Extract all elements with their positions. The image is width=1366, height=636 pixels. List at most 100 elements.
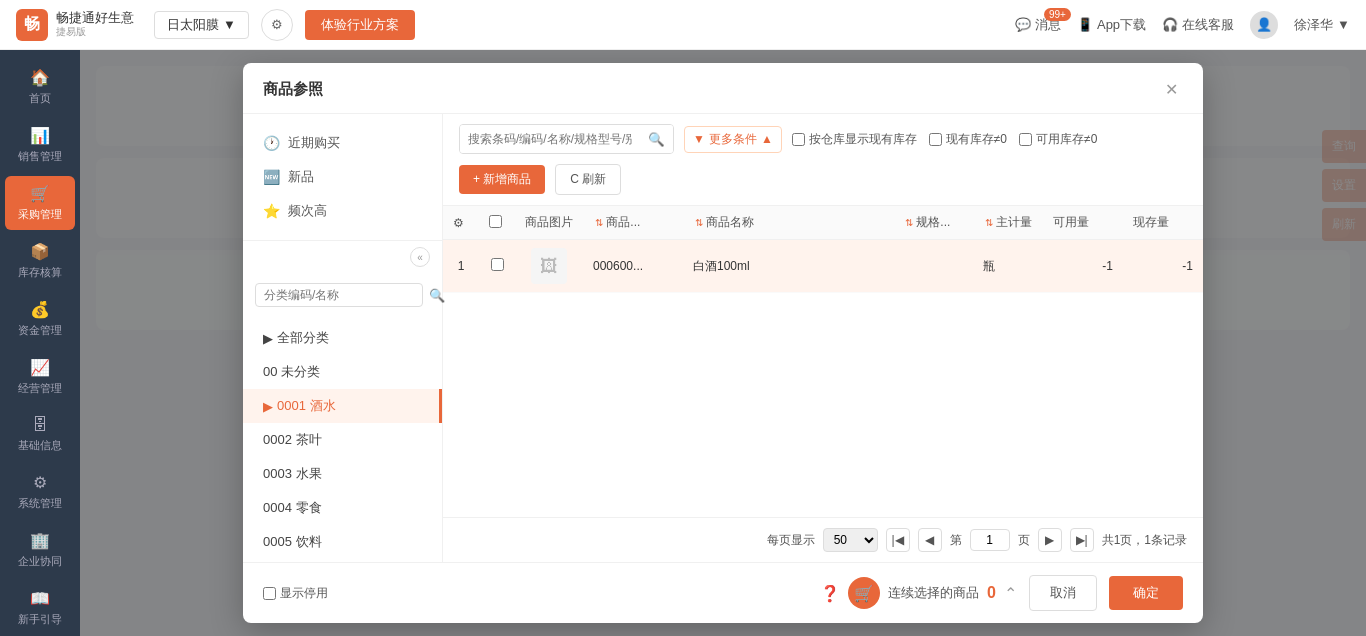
category-c0003[interactable]: 0003 水果 — [243, 457, 442, 491]
category-all[interactable]: ▶ 全部分类 — [243, 321, 442, 355]
refresh-button[interactable]: C 刷新 — [555, 164, 621, 195]
app-download-button[interactable]: 📱 App下载 — [1077, 16, 1146, 34]
filter-checkboxes: 按仓库显示现有库存 现有库存≠0 可用库存≠0 — [792, 131, 1098, 148]
settings-button[interactable]: ⚙ — [261, 9, 293, 41]
sidebar-label-inventory: 库存核算 — [18, 265, 62, 280]
collapse-button[interactable]: « — [410, 247, 430, 267]
cell-available: -1 — [1043, 240, 1123, 293]
home-icon: 🏠 — [30, 68, 50, 87]
checkbox-avail-nonzero-input[interactable] — [1019, 133, 1032, 146]
sidebar-item-sales[interactable]: 📊 销售管理 — [5, 118, 75, 172]
cell-check[interactable] — [479, 240, 515, 293]
category-c0005[interactable]: 0005 饮料 — [243, 525, 442, 559]
filter-up-icon: ▲ — [761, 132, 773, 146]
cancel-button[interactable]: 取消 — [1029, 575, 1097, 611]
star-icon: ⭐ — [263, 203, 280, 219]
sort-icon-unit[interactable]: ⇅ — [985, 217, 993, 228]
modal-close-button[interactable]: ✕ — [1159, 77, 1183, 101]
message-badge: 99+ — [1044, 8, 1071, 21]
online-service-button[interactable]: 🎧 在线客服 — [1162, 16, 1234, 34]
store-selector[interactable]: 日太阳膜 ▼ — [154, 11, 249, 39]
row-checkbox[interactable] — [491, 258, 504, 271]
nav-new-product[interactable]: 🆕 新品 — [243, 160, 442, 194]
sidebar-item-system[interactable]: ⚙ 系统管理 — [5, 465, 75, 519]
cell-name: 白酒100ml — [683, 240, 893, 293]
sidebar-item-enterprise[interactable]: 🏢 企业协同 — [5, 523, 75, 577]
category-c0004-label: 0004 零食 — [263, 499, 322, 517]
ops-icon: 📈 — [30, 358, 50, 377]
show-disabled-checkbox-wrap[interactable]: 显示停用 — [263, 585, 328, 602]
nav-frequent[interactable]: ⭐ 频次高 — [243, 194, 442, 228]
cell-img: 🖼 — [515, 240, 583, 293]
top-nav: 畅 畅捷通好生意 捷易版 日太阳膜 ▼ ⚙ 体验行业方案 💬 消息 99+ 📱 … — [0, 0, 1366, 50]
product-search-wrap: 🔍 — [459, 124, 674, 154]
checkbox-stock-nonzero-input[interactable] — [929, 133, 942, 146]
new-icon: 🆕 — [263, 169, 280, 185]
select-all-checkbox[interactable] — [489, 215, 502, 228]
sidebar-label-purchase: 采购管理 — [18, 207, 62, 222]
category-c0004[interactable]: 0004 零食 — [243, 491, 442, 525]
sort-icon-code[interactable]: ⇅ — [595, 217, 603, 228]
product-search-button[interactable]: 🔍 — [640, 125, 673, 153]
sidebar-item-base[interactable]: 🗄 基础信息 — [5, 408, 75, 461]
user-name[interactable]: 徐泽华 ▼ — [1294, 16, 1350, 34]
category-c00[interactable]: 00 未分类 — [243, 355, 442, 389]
checkbox-stock-nonzero[interactable]: 现有库存≠0 — [929, 131, 1007, 148]
category-c0001[interactable]: ▶ 0001 酒水 — [243, 389, 442, 423]
gear-icon: ⚙ — [271, 17, 283, 32]
sidebar-label-ops: 经营管理 — [18, 381, 62, 396]
sales-icon: 📊 — [30, 126, 50, 145]
sort-icon-name[interactable]: ⇅ — [695, 217, 703, 228]
th-settings[interactable]: ⚙ — [443, 206, 479, 240]
purchase-icon: 🛒 — [30, 184, 50, 203]
cart-icon[interactable]: 🛒 — [848, 577, 880, 609]
category-list: ▶ 全部分类 00 未分类 ▶ 0001 酒水 0002 茶 — [243, 317, 442, 562]
modal-right-panel: 🔍 ▼ 更多条件 ▲ 按仓库显示现有库存 — [443, 114, 1203, 562]
sidebar-item-finance[interactable]: 💰 资金管理 — [5, 292, 75, 346]
category-search-input[interactable] — [255, 283, 423, 307]
checkbox-warehouse-input[interactable] — [792, 133, 805, 146]
filter-more-button[interactable]: ▼ 更多条件 ▲ — [684, 126, 782, 153]
sort-icon-spec[interactable]: ⇅ — [905, 217, 913, 228]
page-unit: 页 — [1018, 532, 1030, 549]
sidebar-item-guide[interactable]: 📖 新手引导 — [5, 581, 75, 635]
last-page-button[interactable]: ▶| — [1070, 528, 1094, 552]
th-unit: ⇅ 主计量 — [973, 206, 1043, 240]
nav-right: 💬 消息 99+ 📱 App下载 🎧 在线客服 👤 徐泽华 ▼ — [1015, 11, 1350, 39]
product-search-input[interactable] — [460, 125, 640, 153]
category-c0002[interactable]: 0002 茶叶 — [243, 423, 442, 457]
checkbox-warehouse[interactable]: 按仓库显示现有库存 — [792, 131, 917, 148]
filter-icon: ▼ — [693, 132, 705, 146]
inventory-icon: 📦 — [30, 242, 50, 261]
prev-page-button[interactable]: ◀ — [918, 528, 942, 552]
category-search-area: 🔍 — [243, 273, 442, 317]
page-input[interactable] — [970, 529, 1010, 551]
category-c0003-label: 0003 水果 — [263, 465, 322, 483]
sidebar-item-home[interactable]: 🏠 首页 — [5, 60, 75, 114]
category-c0008[interactable]: 0008 水 — [243, 559, 442, 562]
checkbox-avail-nonzero[interactable]: 可用库存≠0 — [1019, 131, 1097, 148]
sidebar-item-purchase[interactable]: 🛒 采购管理 — [5, 176, 75, 230]
th-check[interactable] — [479, 206, 515, 240]
cell-stock: -1 — [1123, 240, 1203, 293]
nav-recent-purchase[interactable]: 🕐 近期购买 — [243, 126, 442, 160]
sidebar-item-ops[interactable]: 📈 经营管理 — [5, 350, 75, 404]
message-button[interactable]: 💬 消息 99+ — [1015, 16, 1061, 34]
next-page-button[interactable]: ▶ — [1038, 528, 1062, 552]
cart-collapse-button[interactable]: ⌃ — [1004, 584, 1017, 603]
sidebar-item-inventory[interactable]: 📦 库存核算 — [5, 234, 75, 288]
main-layout: 🏠 首页 📊 销售管理 🛒 采购管理 📦 库存核算 💰 资金管理 📈 经营管理 … — [0, 50, 1366, 636]
help-icon[interactable]: ❓ — [820, 584, 840, 603]
show-disabled-checkbox[interactable] — [263, 587, 276, 600]
exp-btn[interactable]: 体验行业方案 — [305, 10, 415, 40]
category-all-label: 全部分类 — [277, 329, 329, 347]
table-settings-icon[interactable]: ⚙ — [453, 216, 464, 230]
user-dropdown-icon: ▼ — [1337, 17, 1350, 32]
confirm-button[interactable]: 确定 — [1109, 576, 1183, 610]
headset-icon: 🎧 — [1162, 17, 1178, 32]
add-product-button[interactable]: + 新增商品 — [459, 165, 545, 194]
first-page-button[interactable]: |◀ — [886, 528, 910, 552]
modal-left-nav: 🕐 近期购买 🆕 新品 ⭐ 频次高 — [243, 114, 442, 241]
per-page-select[interactable]: 50 100 200 — [823, 528, 878, 552]
table-row[interactable]: 1 🖼 000600... 白酒100ml — [443, 240, 1203, 293]
